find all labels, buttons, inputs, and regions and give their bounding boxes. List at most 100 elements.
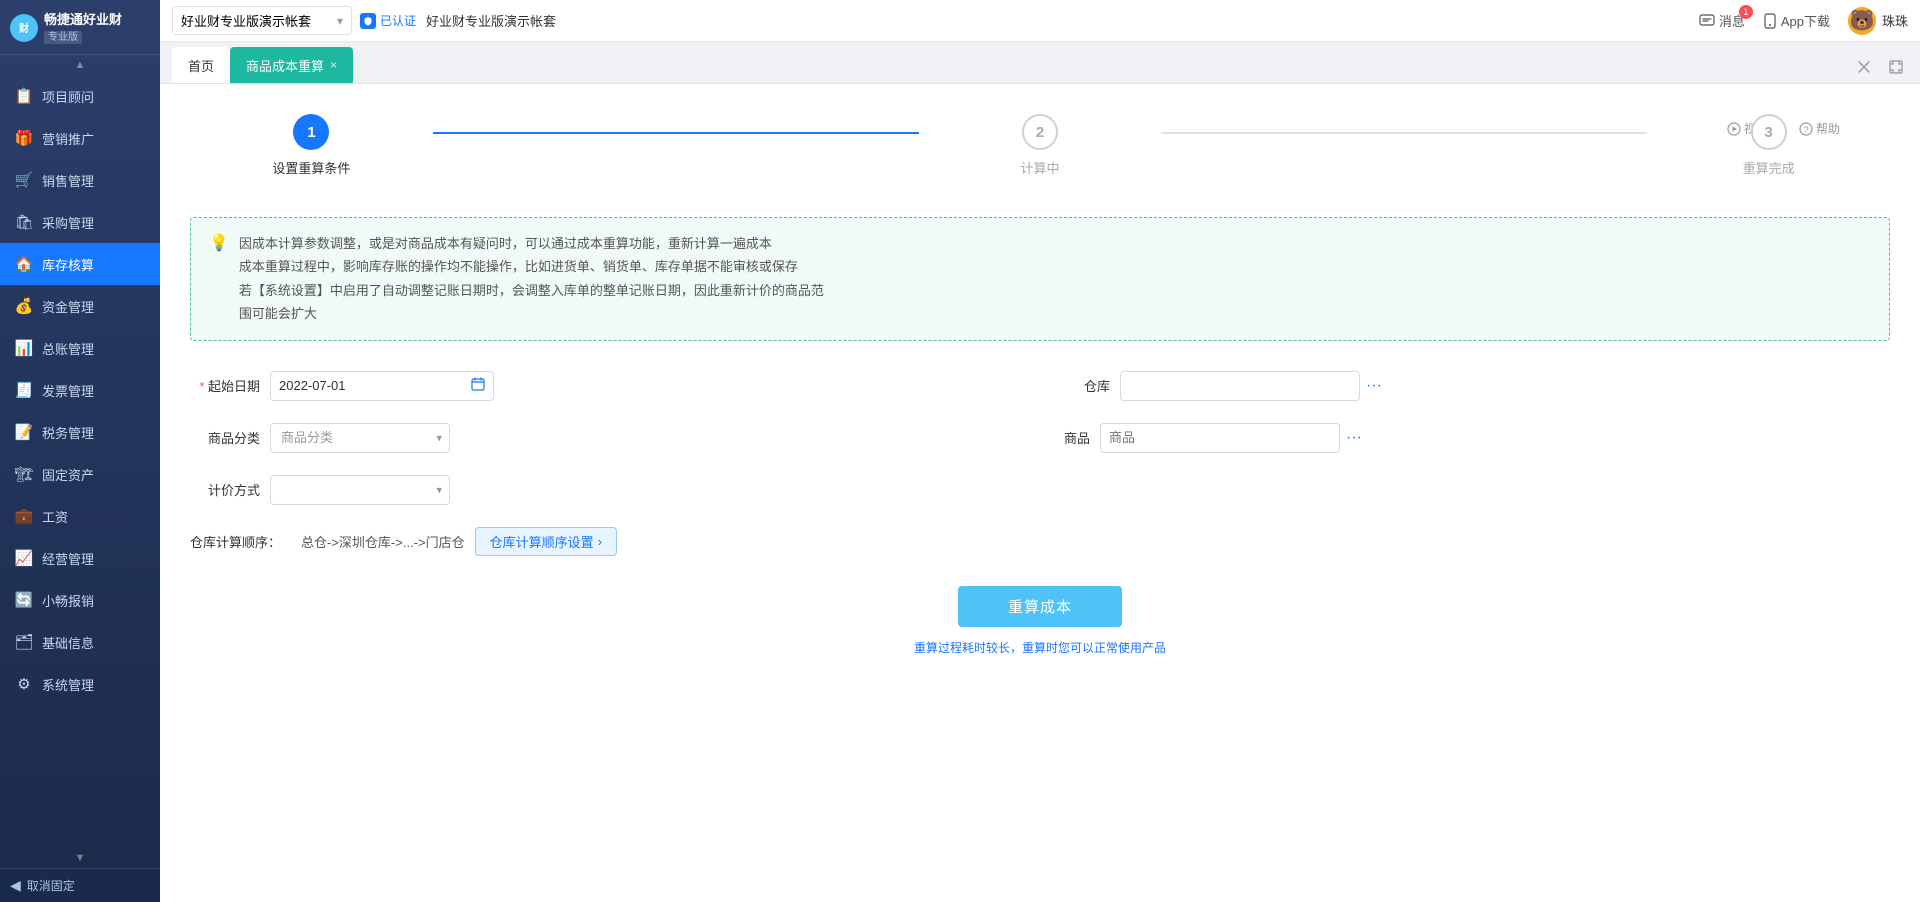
stepper: 1 设置重算条件 2 计算中 (190, 104, 1890, 187)
sidebar-item-tax[interactable]: 📝 税务管理 (0, 411, 160, 453)
warehouse-select-button[interactable]: ··· (1360, 377, 1388, 395)
user-menu[interactable]: 🐻 珠珠 (1848, 7, 1908, 35)
finance-icon: 💰 (14, 296, 34, 316)
sidebar-item-purchase[interactable]: 🛍 采购管理 (0, 201, 160, 243)
system-icon: ⚙ (14, 674, 34, 694)
operation-icon: 📈 (14, 548, 34, 568)
verified-badge: 已认证 (360, 12, 416, 29)
sidebar-scroll-down[interactable]: ▼ (0, 848, 160, 868)
form-section: 起始日期 2022-07-01 (190, 371, 1890, 556)
accounting-icon: 📊 (14, 338, 34, 358)
sidebar-item-finance[interactable]: 💰 资金管理 (0, 285, 160, 327)
calendar-icon[interactable] (463, 377, 493, 394)
tabbar: 首页 商品成本重算 × (160, 42, 1920, 84)
step-3-label: 重算完成 (1743, 158, 1795, 177)
message-button[interactable]: 消息 1 (1699, 11, 1745, 30)
main-area: 好业财专业版演示帐套 ▾ 已认证 好业财专业版演示帐套 消息 1 (160, 0, 1920, 902)
recalc-button[interactable]: 重算成本 (958, 586, 1122, 627)
sidebar-item-inventory[interactable]: 🏠 库存核算 (0, 243, 160, 285)
invoice-icon: 🧾 (14, 380, 34, 400)
topbar-right: 消息 1 App下载 🐻 珠珠 (1699, 7, 1908, 35)
marketing-icon: 🎁 (14, 128, 34, 148)
form-group-goods: 商品 ··· (1040, 423, 1890, 453)
step-1-label: 设置重算条件 (272, 158, 350, 177)
pricing-select-wrap: ▾ (270, 475, 450, 505)
sidebar-item-project[interactable]: 📋 项目顾问 (0, 75, 160, 117)
warehouse-order-value: 总仓->深圳仓库->...->门店仓 (301, 532, 465, 551)
pricing-label: 计价方式 (190, 480, 260, 499)
sidebar-item-assets[interactable]: 🏗 固定资产 (0, 453, 160, 495)
expense-icon: 🔄 (14, 590, 34, 610)
step-2: 2 计算中 (919, 114, 1162, 177)
info-box: 💡 因成本计算参数调整，或是对商品成本有疑问时，可以通过成本重算功能，重新计算一… (190, 217, 1890, 341)
goods-label: 商品 (1040, 428, 1090, 447)
message-icon (1699, 13, 1715, 29)
info-text: 因成本计算参数调整，或是对商品成本有疑问时，可以通过成本重算功能，重新计算一遍成… (239, 232, 824, 326)
step-1: 1 设置重算条件 (190, 114, 433, 177)
sidebar-item-accounting[interactable]: 📊 总账管理 (0, 327, 160, 369)
form-group-category: 商品分类 商品分类 ▾ (190, 423, 1040, 453)
warehouse-label: 仓库 (1040, 376, 1110, 395)
connector-1 (433, 132, 919, 134)
sidebar-item-invoice[interactable]: 🧾 发票管理 (0, 369, 160, 411)
sidebar-item-system[interactable]: ⚙ 系统管理 (0, 663, 160, 705)
purchase-icon: 🛍 (14, 212, 34, 232)
phone-icon (1763, 13, 1777, 29)
sidebar-logo: 财 畅捷通好业财 专业版 (0, 0, 160, 55)
tab-home[interactable]: 首页 (172, 47, 230, 83)
sidebar-item-sales[interactable]: 🛒 销售管理 (0, 159, 160, 201)
sidebar-item-operation[interactable]: 📈 经营管理 (0, 537, 160, 579)
goods-input[interactable] (1101, 424, 1339, 452)
step-3: 3 重算完成 (1647, 114, 1890, 177)
warehouse-input[interactable] (1121, 372, 1359, 400)
account-dropdown[interactable]: 好业财专业版演示帐套 ▾ (172, 6, 352, 35)
sidebar-logo-text: 畅捷通好业财 专业版 (44, 12, 122, 44)
tab-active[interactable]: 商品成本重算 × (230, 47, 353, 83)
inventory-icon: 🏠 (14, 254, 34, 274)
sidebar-item-marketing[interactable]: 🎁 营销推广 (0, 117, 160, 159)
app-download-button[interactable]: App下载 (1763, 11, 1830, 30)
warehouse-input-wrap (1120, 371, 1360, 401)
sidebar-item-expense[interactable]: 🔄 小畅报销 (0, 579, 160, 621)
form-row-1: 起始日期 2022-07-01 (190, 371, 1890, 401)
logo-icon: 财 (10, 14, 38, 42)
start-date-input-wrap[interactable] (270, 371, 494, 401)
goods-select-button[interactable]: ··· (1340, 429, 1368, 447)
sidebar-unpin[interactable]: ◀ 取消固定 (0, 868, 160, 902)
sidebar: 财 畅捷通好业财 专业版 ▲ 📋 项目顾问 🎁 营销推广 🛒 销售管理 🛍 采购… (0, 0, 160, 902)
form-row-2: 商品分类 商品分类 ▾ 商品 ··· (190, 423, 1890, 453)
tabbar-right (1852, 55, 1908, 83)
sidebar-item-base[interactable]: 🗂 基础信息 (0, 621, 160, 663)
assets-icon: 🏗 (14, 464, 34, 484)
recalc-hint: 重算过程耗时较长，重算时您可以正常使用产品 (914, 639, 1166, 656)
base-icon: 🗂 (14, 632, 34, 652)
form-group-date: 起始日期 2022-07-01 (190, 371, 1040, 401)
recalc-section: 重算成本 重算过程耗时较长，重算时您可以正常使用产品 (190, 586, 1890, 656)
sales-icon: 🛒 (14, 170, 34, 190)
warehouse-order-label: 仓库计算顺序： (190, 532, 281, 551)
step-2-label: 计算中 (1021, 158, 1060, 177)
warehouse-order-btn[interactable]: 仓库计算顺序设置 › (475, 527, 617, 556)
step-2-circle: 2 (1022, 114, 1058, 150)
form-row-3: 计价方式 ▾ (190, 475, 1890, 505)
stepper-section: 视频 | ? 帮助 1 设置重算条件 (190, 104, 1890, 187)
pricing-select[interactable] (270, 475, 450, 505)
form-group-pricing: 计价方式 ▾ (190, 475, 1890, 505)
x-icon (1857, 60, 1871, 74)
form-group-warehouse: 仓库 ··· (1040, 371, 1890, 401)
tax-icon: 📝 (14, 422, 34, 442)
start-date-label: 起始日期 (190, 376, 260, 395)
tab-expand-button[interactable] (1884, 55, 1908, 79)
dropdown-arrow-icon: ▾ (337, 14, 343, 28)
page-content: 视频 | ? 帮助 1 设置重算条件 (160, 84, 1920, 902)
sidebar-scroll-up[interactable]: ▲ (0, 55, 160, 75)
shield-icon (360, 13, 376, 29)
project-icon: 📋 (14, 86, 34, 106)
category-select[interactable]: 商品分类 (270, 423, 450, 453)
sidebar-nav: 📋 项目顾问 🎁 营销推广 🛒 销售管理 🛍 采购管理 🏠 库存核算 💰 资金管… (0, 75, 160, 848)
unpin-icon: ◀ (10, 877, 21, 894)
tab-close-icon[interactable]: × (330, 58, 337, 72)
sidebar-item-salary[interactable]: 💼 工资 (0, 495, 160, 537)
tab-close-button[interactable] (1852, 55, 1876, 79)
start-date-input[interactable] (271, 372, 463, 400)
